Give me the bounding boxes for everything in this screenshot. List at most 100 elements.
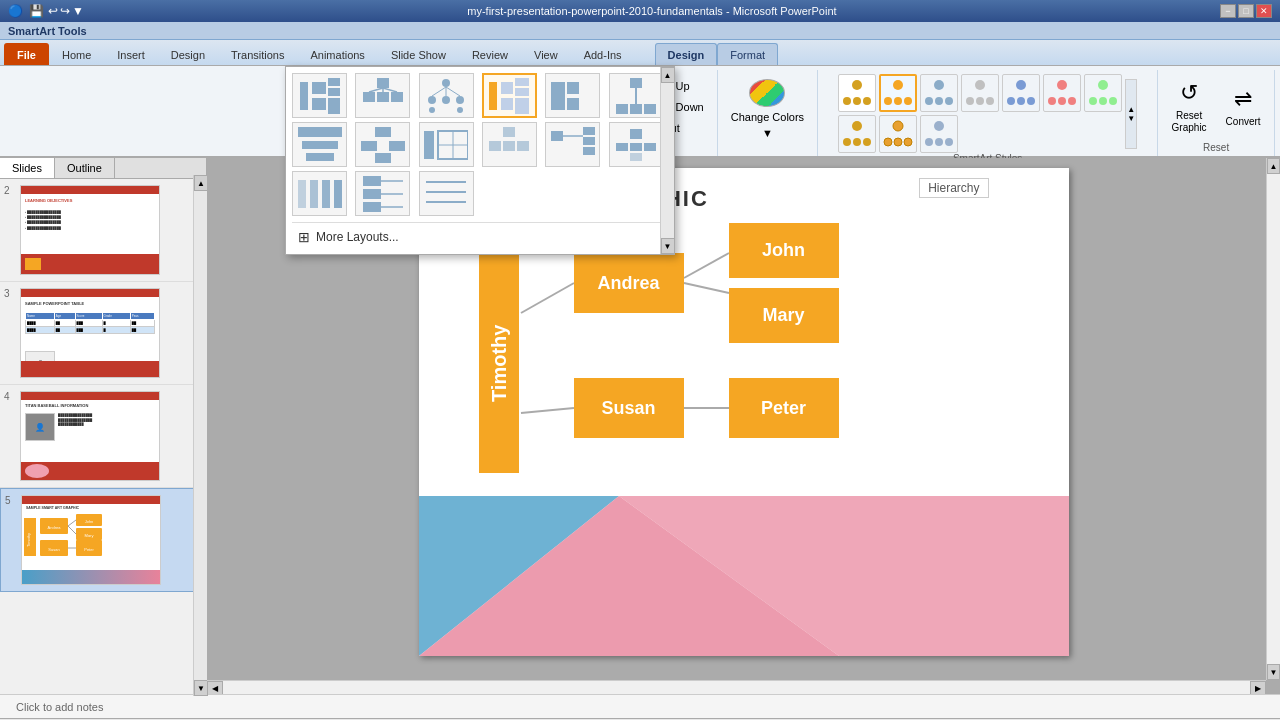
tab-slides[interactable]: Slides [0, 158, 55, 178]
node-andrea-text: Andrea [597, 273, 659, 294]
layout-option-3[interactable] [419, 73, 474, 118]
styles-scroll-button[interactable]: ▲ ▼ [1125, 79, 1137, 149]
tab-smartart-design[interactable]: Design [655, 43, 718, 65]
tab-home[interactable]: Home [49, 43, 104, 65]
smartart-styles-content: ▲ ▼ [838, 70, 1137, 153]
node-mary[interactable]: Mary [729, 288, 839, 343]
style-option-8[interactable] [838, 115, 876, 153]
node-susan[interactable]: Susan [574, 378, 684, 438]
tab-transitions[interactable]: Transitions [218, 43, 297, 65]
tab-animations[interactable]: Animations [297, 43, 377, 65]
layout-option-1[interactable] [292, 73, 347, 118]
node-john[interactable]: John [729, 223, 839, 278]
layout-option-11[interactable] [545, 122, 600, 167]
quick-access-toolbar[interactable]: 🔵 💾 ↩ ↪ ▼ [8, 4, 84, 18]
layout-option-4[interactable] [482, 73, 537, 118]
svg-point-104 [852, 121, 862, 131]
slide-item-3[interactable]: 3 SAMPLE POWERPOINT TABLE NameAgeScoreGr… [0, 282, 206, 385]
tab-file[interactable]: File [4, 43, 49, 65]
slide-item-5[interactable]: 5 SAMPLE SMART ART GRAPHIC Timothy [0, 488, 206, 592]
convert-button[interactable]: ⇌ Convert [1218, 74, 1268, 139]
tab-design[interactable]: Design [158, 43, 218, 65]
svg-rect-10 [391, 92, 403, 102]
slides-scrollbar[interactable]: ▲ ▼ [193, 175, 207, 694]
change-colors-dropdown-icon: ▼ [762, 127, 773, 139]
svg-rect-59 [616, 143, 628, 151]
style-option-7[interactable] [1084, 74, 1122, 112]
style-option-5[interactable] [1002, 74, 1040, 112]
slide-item-2[interactable]: 2 LEARNING OBJECTIVES ▪ ████████████████… [0, 179, 206, 282]
layout-option-5[interactable] [545, 73, 600, 118]
layout-option-6[interactable] [609, 73, 664, 118]
layout-scrollbar[interactable]: ▲ ▼ [660, 67, 674, 254]
tab-insert[interactable]: Insert [104, 43, 158, 65]
layout-option-13[interactable] [292, 171, 347, 216]
canvas-vscrollbar[interactable]: ▲ ▼ [1266, 158, 1280, 680]
ribbon-tabs[interactable]: File Home Insert Design Transitions Anim… [0, 40, 1280, 66]
reset-group: ↺ Reset Graphic ⇌ Convert Reset [1158, 70, 1275, 156]
node-peter[interactable]: Peter [729, 378, 839, 438]
layout-dropdown[interactable]: ⊞ More Layouts... ▲ ▼ [285, 66, 675, 255]
layout-option-2[interactable] [355, 73, 410, 118]
svg-rect-66 [334, 180, 342, 208]
svg-rect-56 [583, 137, 595, 145]
svg-rect-2 [312, 98, 326, 110]
tab-addins[interactable]: Add-Ins [571, 43, 635, 65]
style-option-6[interactable] [1043, 74, 1081, 112]
style-option-9[interactable] [879, 115, 917, 153]
layout-option-7[interactable] [292, 122, 347, 167]
svg-rect-63 [298, 180, 306, 208]
style-option-4[interactable] [961, 74, 999, 112]
style-option-1[interactable] [838, 74, 876, 112]
node-andrea[interactable]: Andrea [574, 253, 684, 313]
scroll-down-button[interactable]: ▼ [661, 238, 675, 254]
node-timothy[interactable]: Timothy [479, 253, 519, 473]
svg-text:Peter: Peter [84, 547, 94, 552]
slide-number-2: 2 [4, 185, 16, 196]
canvas-scroll-right[interactable]: ▶ [1250, 681, 1266, 694]
notes-bar[interactable]: Click to add notes [0, 694, 1280, 718]
layout-option-12[interactable] [609, 122, 664, 167]
style-option-2[interactable] [879, 74, 917, 112]
slide-tabs[interactable]: Slides Outline [0, 158, 206, 179]
svg-point-115 [945, 138, 953, 146]
slides-list[interactable]: 2 LEARNING OBJECTIVES ▪ ████████████████… [0, 179, 206, 694]
layout-option-9[interactable] [419, 122, 474, 167]
scroll-down[interactable]: ▼ [194, 680, 207, 694]
tab-review[interactable]: Review [459, 43, 521, 65]
slide-item-4[interactable]: 4 TITAN BASEBALL INFORMATION 👤 █████████… [0, 385, 206, 488]
style-option-3[interactable] [920, 74, 958, 112]
tab-outline[interactable]: Outline [55, 158, 115, 178]
layout-option-14[interactable] [355, 171, 410, 216]
canvas-hscrollbar[interactable]: ◀ ▶ [207, 680, 1266, 694]
svg-rect-27 [515, 88, 529, 96]
canvas-scroll-down[interactable]: ▼ [1267, 664, 1280, 680]
scroll-up-button[interactable]: ▲ [661, 67, 675, 83]
more-layouts-button[interactable]: ⊞ More Layouts... [292, 222, 668, 248]
tab-view[interactable]: View [521, 43, 571, 65]
style-option-10[interactable] [920, 115, 958, 153]
layout-option-10[interactable] [482, 122, 537, 167]
canvas-scroll-up[interactable]: ▲ [1267, 158, 1280, 174]
svg-line-11 [369, 88, 383, 92]
layout-option-8[interactable] [355, 122, 410, 167]
slide-thumb-5: SAMPLE SMART ART GRAPHIC Timothy Andrea [21, 495, 161, 585]
window-controls[interactable]: − □ ✕ [1220, 4, 1272, 18]
scroll-up[interactable]: ▲ [194, 175, 207, 191]
tab-smartart-format[interactable]: Format [717, 43, 778, 65]
svg-rect-60 [630, 143, 642, 151]
close-button[interactable]: ✕ [1256, 4, 1272, 18]
change-colors-button[interactable]: Change Colors ▼ [722, 74, 813, 144]
maximize-button[interactable]: □ [1238, 4, 1254, 18]
svg-line-131 [521, 283, 574, 313]
svg-point-89 [966, 97, 974, 105]
svg-rect-61 [644, 143, 656, 151]
canvas-scroll-left[interactable]: ◀ [207, 681, 223, 694]
smartart-graphic[interactable]: Timothy Andrea Susan John Mary [479, 223, 1049, 503]
svg-rect-65 [322, 180, 330, 208]
layout-option-15[interactable] [419, 171, 474, 216]
reset-graphic-button[interactable]: ↺ Reset Graphic [1164, 74, 1214, 139]
more-layouts-label: More Layouts... [316, 230, 399, 244]
minimize-button[interactable]: − [1220, 4, 1236, 18]
tab-slideshow[interactable]: Slide Show [378, 43, 459, 65]
